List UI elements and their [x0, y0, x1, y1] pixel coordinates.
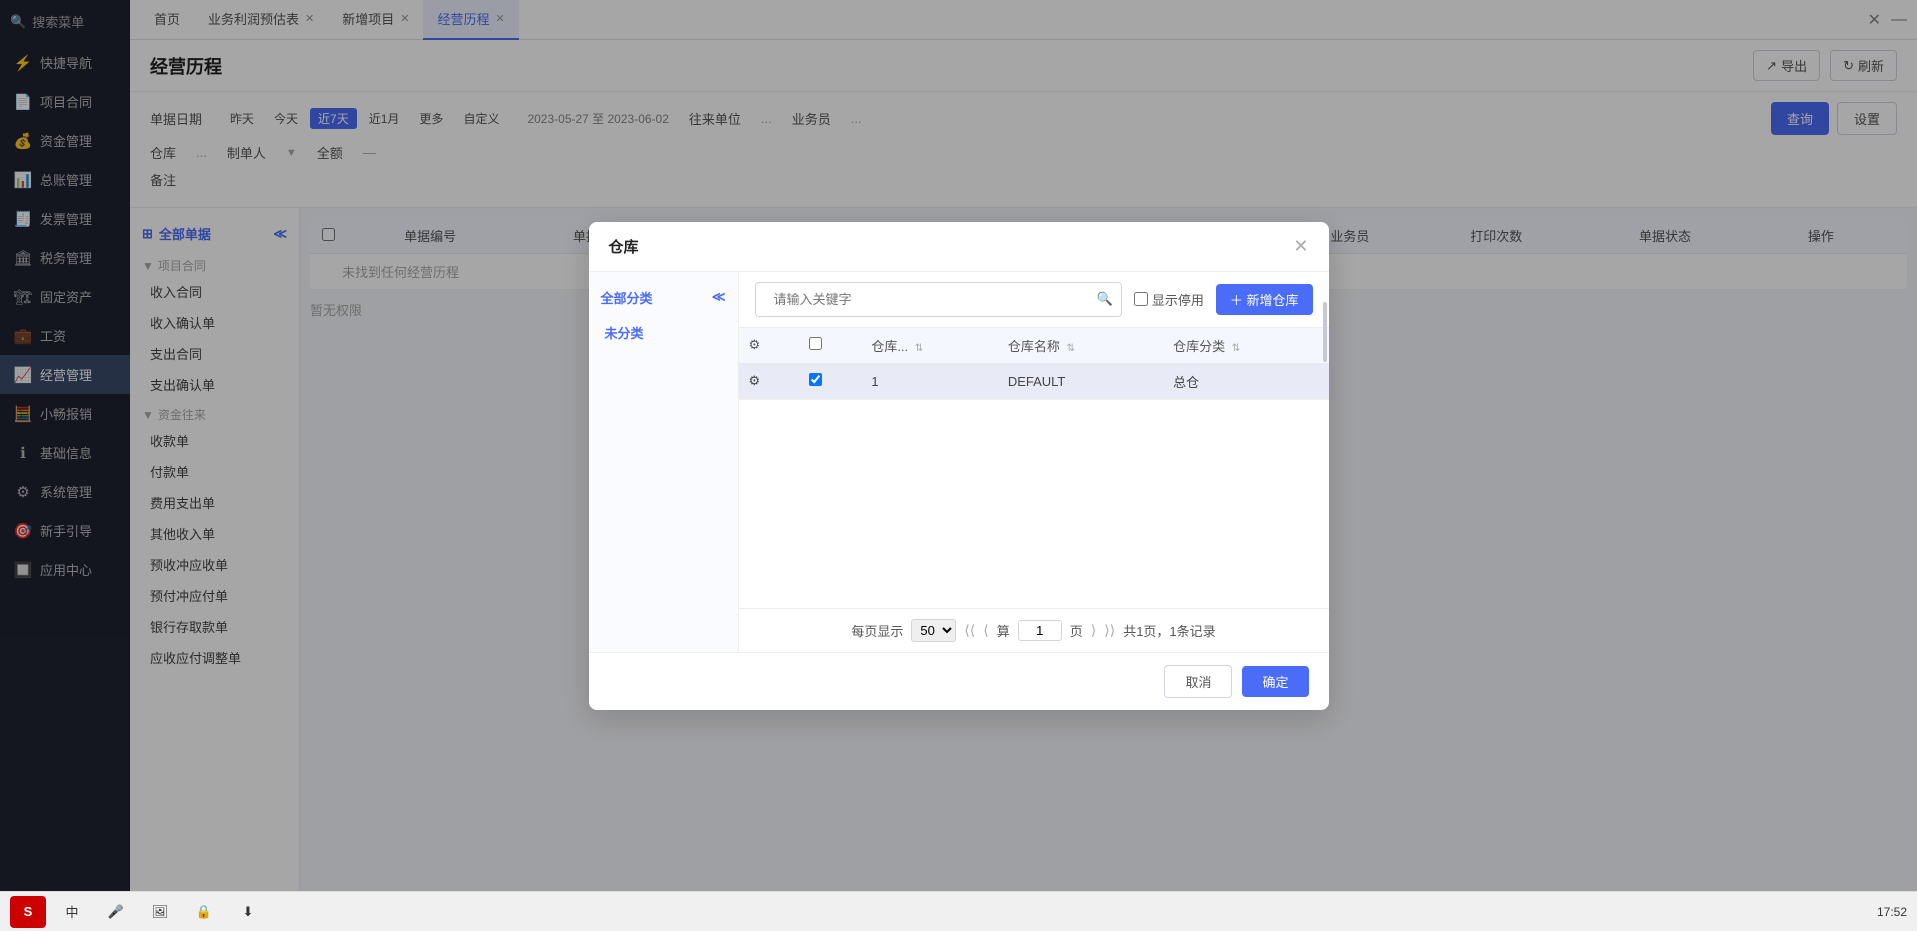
modal-left-panel: 全部分类 ≪ 未分类 — [589, 272, 739, 652]
modal-next-btn[interactable]: ⟩ — [1091, 622, 1096, 639]
modal-page-word: 算 — [997, 621, 1010, 640]
modal-pagination: 每页显示 50 ⟨⟨ ⟨ 算 页 ⟩ ⟩⟩ 共1页，1条记录 — [739, 608, 1329, 652]
taskbar-app-down[interactable]: ⬇ — [230, 896, 266, 928]
modal-expand-icon[interactable]: ≪ — [712, 289, 726, 305]
sort-category-icon: ⇅ — [1232, 343, 1240, 354]
row-code-cell: DEFAULT — [998, 363, 1163, 399]
row-checkbox-cell — [799, 363, 862, 399]
taskbar-app-s[interactable]: S — [10, 896, 46, 928]
modal-header: 仓库 ✕ — [589, 222, 1329, 272]
modal-left-uncategorized[interactable]: 未分类 — [589, 315, 738, 350]
warehouse-search-input[interactable] — [764, 287, 1093, 312]
search-icon: 🔍 — [1097, 291, 1113, 307]
modal-last-btn[interactable]: ⟩⟩ — [1104, 622, 1115, 639]
modal-all-category-label: 全部分类 — [601, 288, 653, 307]
modal-th-category-label: 仓库分类 — [1173, 339, 1225, 354]
modal-table: ⚙ 仓库... ⇅ 仓库名称 ⇅ 仓库分类 — [739, 328, 1329, 400]
modal-per-page-select[interactable]: 50 — [911, 619, 956, 642]
row-id-cell: 1 — [861, 363, 998, 399]
sort-code-icon: ⇅ — [915, 343, 923, 354]
modal-th-checkbox — [799, 328, 862, 364]
show-disabled-checkbox[interactable] — [1134, 292, 1148, 306]
left-panel-scrollbar — [1323, 302, 1327, 362]
taskbar-app-mic[interactable]: 🎤 — [98, 896, 134, 928]
modal-table-area: ⚙ 仓库... ⇅ 仓库名称 ⇅ 仓库分类 — [739, 328, 1329, 608]
modal-th-name-label: 仓库名称 — [1008, 339, 1060, 354]
modal-th-name: 仓库名称 ⇅ — [998, 328, 1163, 364]
taskbar-app-img[interactable]: 🖼 — [142, 896, 178, 928]
modal-confirm-btn[interactable]: 确定 — [1242, 666, 1308, 697]
modal-select-all[interactable] — [809, 337, 822, 350]
modal-footer: 取消 确定 — [589, 652, 1329, 710]
add-warehouse-btn[interactable]: ＋ 新增仓库 — [1216, 284, 1313, 315]
taskbar-app-zh[interactable]: 中 — [54, 896, 90, 928]
modal-left-header[interactable]: 全部分类 ≪ — [589, 280, 738, 315]
modal-body: 全部分类 ≪ 未分类 🔍 显示停用 ＋ 新增仓库 — [589, 272, 1329, 652]
warehouse-modal: 仓库 ✕ 全部分类 ≪ 未分类 🔍 显示停 — [589, 222, 1329, 710]
modal-toolbar: 🔍 显示停用 ＋ 新增仓库 — [739, 272, 1329, 328]
modal-th-code-label: 仓库... — [871, 339, 908, 354]
modal-page-input[interactable] — [1018, 620, 1062, 641]
show-disabled-container: 显示停用 — [1134, 290, 1204, 309]
row-checkbox[interactable] — [809, 373, 822, 386]
row-name-cell: 总仓 — [1163, 363, 1328, 399]
modal-page-label: 页 — [1070, 621, 1083, 640]
show-disabled-label: 显示停用 — [1152, 290, 1204, 309]
taskbar-app-lock[interactable]: 🔒 — [186, 896, 222, 928]
modal-close-btn[interactable]: ✕ — [1293, 236, 1308, 257]
modal-per-page-label: 每页显示 — [851, 621, 903, 640]
row-settings-cell: ⚙ — [739, 363, 799, 399]
modal-right-panel: 🔍 显示停用 ＋ 新增仓库 ⚙ 仓库... — [739, 272, 1329, 652]
modal-th-settings: ⚙ — [739, 328, 799, 364]
taskbar-left: S 中 🎤 🖼 🔒 ⬇ — [10, 896, 266, 928]
table-row[interactable]: ⚙ 1 DEFAULT 总仓 — [739, 363, 1329, 399]
taskbar-time: 17:52 — [1877, 905, 1907, 919]
taskbar-right: 17:52 — [1877, 905, 1907, 919]
uncategorized-label: 未分类 — [605, 326, 644, 341]
modal-th-code: 仓库... ⇅ — [861, 328, 998, 364]
sort-name-icon: ⇅ — [1066, 343, 1074, 354]
modal-prev-btn[interactable]: ⟨ — [983, 622, 988, 639]
modal-total-info: 共1页，1条记录 — [1123, 621, 1215, 640]
modal-first-btn[interactable]: ⟨⟨ — [964, 622, 975, 639]
modal-cancel-btn[interactable]: 取消 — [1164, 665, 1232, 698]
taskbar: S 中 🎤 🖼 🔒 ⬇ 17:52 — [0, 891, 1917, 931]
modal-title: 仓库 — [609, 236, 639, 257]
modal-th-category: 仓库分类 ⇅ — [1163, 328, 1328, 364]
